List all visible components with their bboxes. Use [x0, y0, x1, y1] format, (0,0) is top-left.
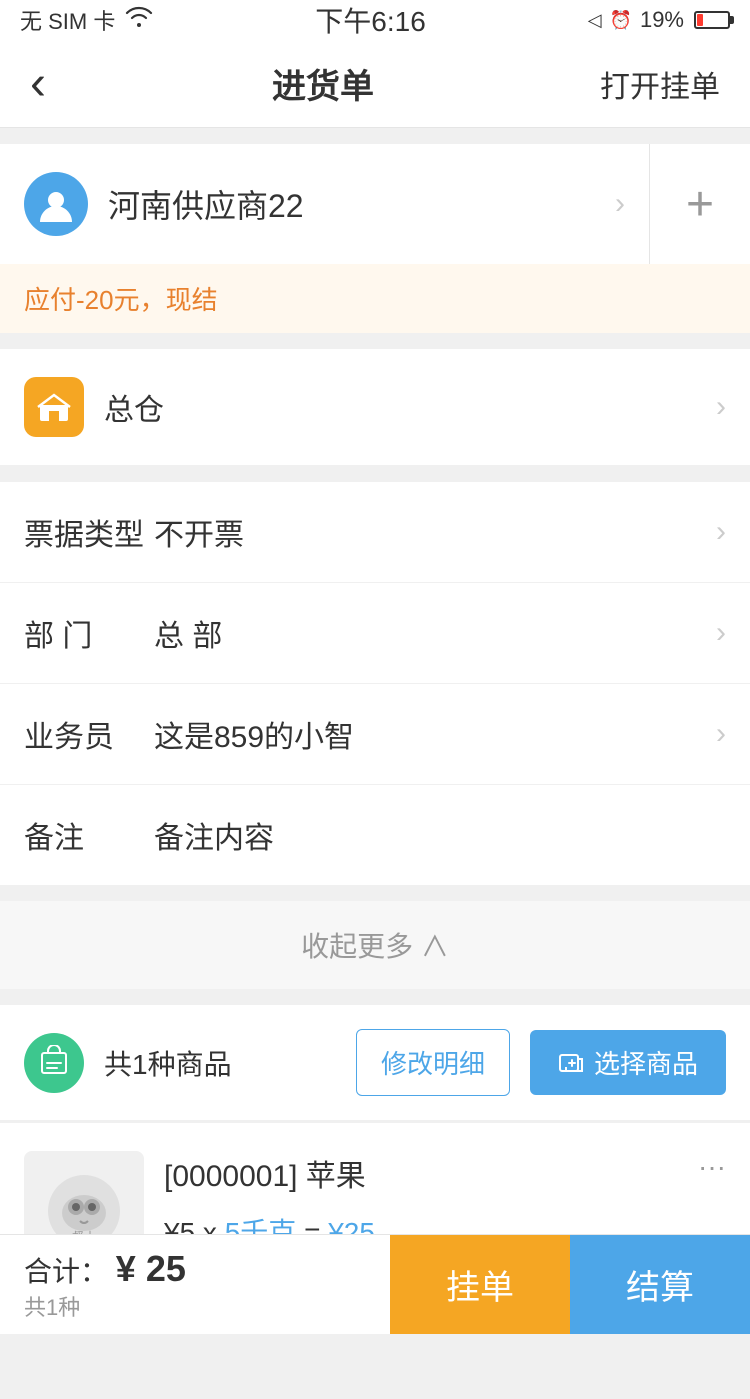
invoice-type-label: 票据类型	[24, 510, 154, 554]
nav-bar: ‹ 进货单 打开挂单	[0, 40, 750, 128]
invoice-type-row[interactable]: 票据类型 不开票 ›	[0, 482, 750, 583]
department-label: 部 门	[24, 611, 154, 655]
department-chevron-icon: ›	[716, 616, 726, 650]
warehouse-name: 总仓	[104, 385, 706, 429]
battery-icon	[694, 11, 730, 29]
salesperson-value: 这是859的小智	[154, 712, 706, 756]
department-row[interactable]: 部 门 总 部 ›	[0, 583, 750, 684]
alarm-icon: ⏰	[610, 10, 632, 31]
alert-text: 应付-20元，现结	[24, 285, 218, 315]
collapse-button[interactable]: 收起更多 ∧	[0, 901, 750, 989]
invoice-type-value: 不开票	[154, 510, 706, 554]
products-icon	[24, 1033, 84, 1093]
supplier-chevron-icon: ›	[615, 187, 625, 221]
supplier-section: 河南供应商22 › +	[0, 144, 750, 264]
select-product-label: 选择商品	[594, 1044, 698, 1081]
status-left: 无 SIM 卡	[20, 4, 153, 36]
warehouse-icon-container	[24, 377, 84, 437]
open-hang-button[interactable]: 打开挂单	[600, 62, 720, 106]
product-more-button[interactable]: ···	[698, 1151, 726, 1183]
collapse-label: 收起更多 ∧	[301, 931, 449, 962]
separator-2	[0, 333, 750, 349]
hang-label: 挂单	[446, 1260, 514, 1309]
status-bar: 无 SIM 卡 下午6:16 ◁ ⏰ 19%	[0, 0, 750, 40]
product-code: [0000001]	[164, 1160, 306, 1193]
warehouse-chevron-icon: ›	[716, 390, 726, 424]
separator-1	[0, 128, 750, 144]
page-title: 进货单	[272, 59, 374, 108]
select-product-button[interactable]: 选择商品	[530, 1030, 726, 1095]
settle-label: 结算	[626, 1260, 694, 1309]
supplier-selector[interactable]: 河南供应商22 ›	[0, 144, 650, 264]
salesperson-row[interactable]: 业务员 这是859的小智 ›	[0, 684, 750, 785]
hang-button[interactable]: 挂单	[390, 1235, 570, 1334]
salesperson-chevron-icon: ›	[716, 717, 726, 751]
alert-banner: 应付-20元，现结	[0, 264, 750, 333]
invoice-chevron-icon: ›	[716, 515, 726, 549]
bottom-bar: 合计： ¥ 25 共1种 挂单 结算	[0, 1234, 750, 1334]
location-icon: ◁	[588, 10, 602, 31]
edit-detail-button[interactable]: 修改明细	[356, 1029, 510, 1096]
department-value: 总 部	[154, 611, 706, 655]
supplier-avatar	[24, 172, 88, 236]
product-name: [0000001] 苹果	[164, 1151, 678, 1195]
total-label: 合计：	[24, 1256, 108, 1287]
products-header: 共1种商品 修改明细 选择商品	[0, 1005, 750, 1120]
add-supplier-button[interactable]: +	[650, 144, 750, 264]
product-title: 苹果	[306, 1160, 366, 1193]
total-amount: ¥ 25	[116, 1248, 186, 1289]
remark-label: 备注	[24, 813, 154, 857]
form-section: 票据类型 不开票 › 部 门 总 部 › 业务员 这是859的小智 › 备注 备…	[0, 482, 750, 885]
warehouse-row[interactable]: 总仓 ›	[0, 349, 750, 466]
remark-input[interactable]: 备注内容	[154, 813, 726, 857]
supplier-name: 河南供应商22	[108, 181, 605, 227]
status-right: ◁ ⏰ 19%	[588, 7, 730, 33]
time-label: 下午6:16	[315, 0, 426, 40]
carrier-label: 无 SIM 卡	[20, 4, 115, 36]
total-sub: 共1种	[24, 1290, 366, 1322]
separator-3	[0, 466, 750, 482]
salesperson-label: 业务员	[24, 712, 154, 756]
battery-percent: 19%	[640, 7, 684, 33]
total-section: 合计： ¥ 25 共1种	[0, 1235, 390, 1334]
wifi-icon	[125, 6, 153, 34]
back-button[interactable]: ‹	[30, 56, 46, 111]
remark-row[interactable]: 备注 备注内容	[0, 785, 750, 885]
total-row: 合计： ¥ 25	[24, 1248, 366, 1290]
products-count: 共1种商品	[104, 1043, 336, 1083]
settle-button[interactable]: 结算	[570, 1235, 750, 1334]
